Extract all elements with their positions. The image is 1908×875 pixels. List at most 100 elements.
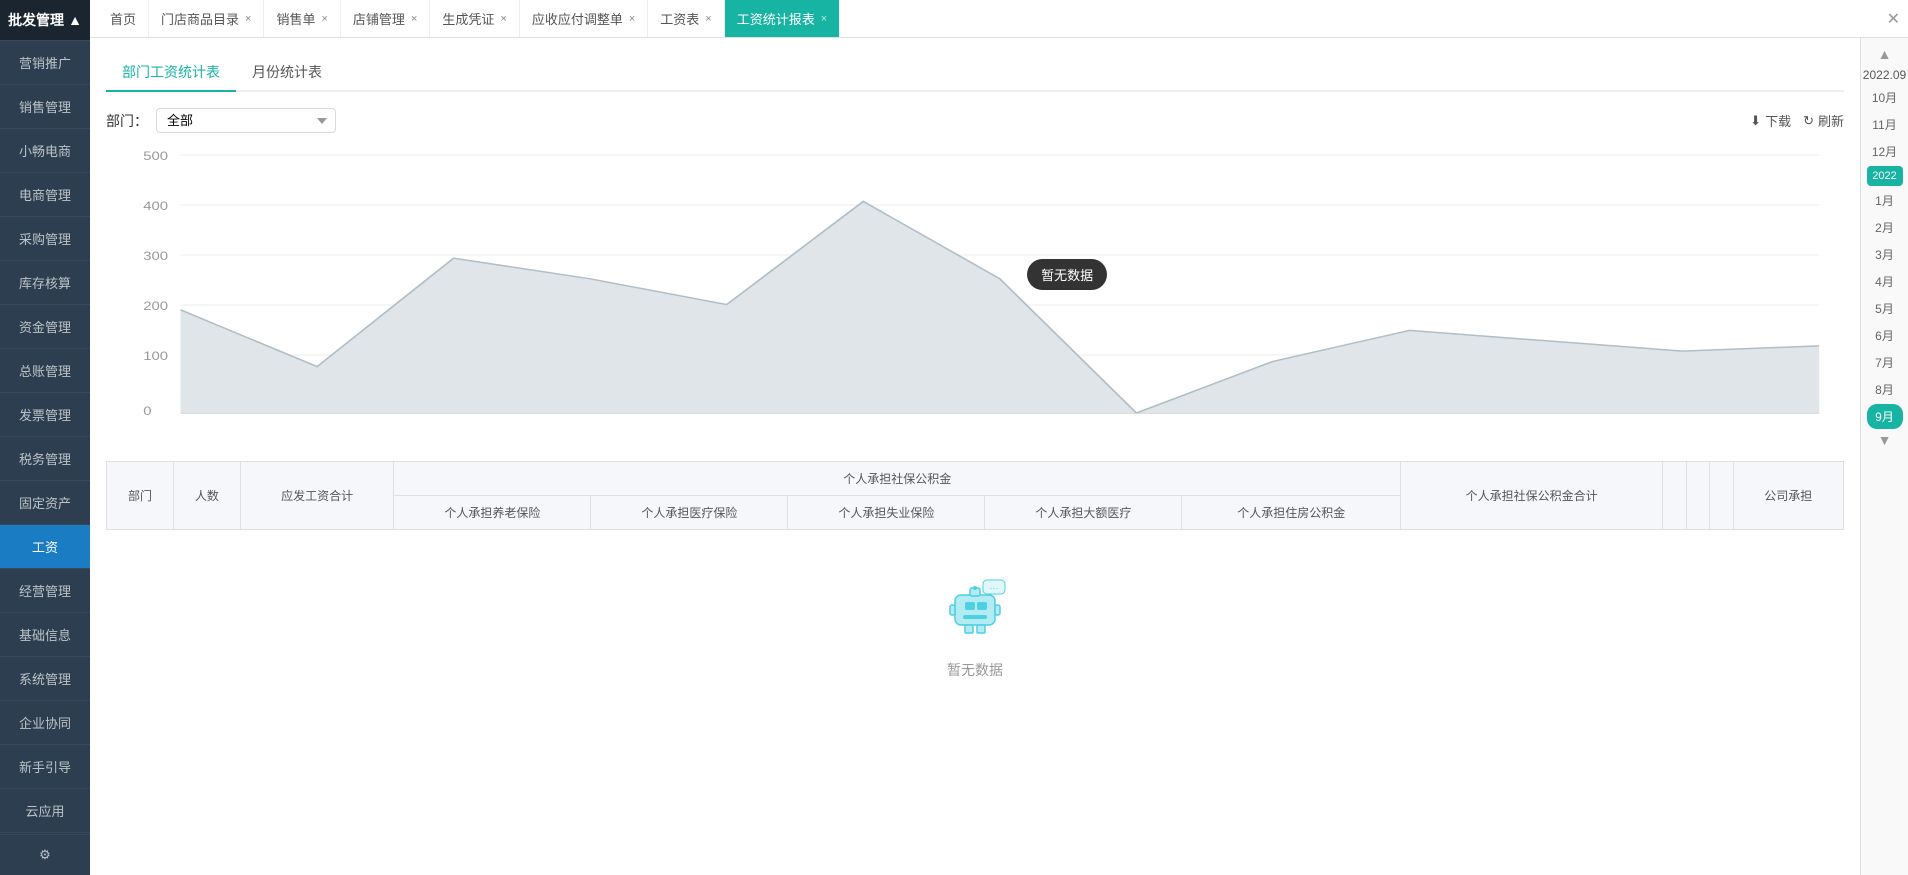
refresh-icon: ↻ [1803,113,1814,129]
timeline-month-11[interactable]: 11月 [1867,112,1903,137]
tab-label: 应收应付调整单 [532,9,623,28]
tab-close-icon[interactable]: × [705,13,711,25]
tab-voucher[interactable]: 生成凭证 × [430,0,519,38]
chart-tooltip: 暂无数据 [1027,259,1107,290]
empty-state: ··· 暂无数据 [106,530,1844,700]
sub-tab-dept[interactable]: 部门工资统计表 [106,54,236,92]
download-label: 下载 [1765,111,1791,130]
timeline-up-arrow[interactable]: ▲ [1878,46,1892,62]
sidebar-item-guide[interactable]: 新手引导 [0,745,90,789]
timeline-month-8[interactable]: 8月 [1867,377,1903,402]
tab-close-icon[interactable]: × [411,13,417,25]
sidebar-item-label: 营销推广 [19,56,71,71]
tab-label: 门店商品目录 [161,9,239,28]
right-timeline: ▲ 2022.09 10月 11月 12月 2022 1月 2月 3月 4月 [1860,38,1908,875]
top-tab-bar: 首页 门店商品目录 × 销售单 × 店铺管理 × 生成凭证 × 应收应付调整单 … [90,0,1908,38]
sidebar-item-marketing[interactable]: 营销推广 [0,41,90,85]
sidebar-item-tax[interactable]: 税务管理 [0,437,90,481]
th-dept: 部门 [107,462,174,530]
sidebar-item-inventory[interactable]: 库存核算 [0,261,90,305]
th-company-other: 公司承担 [1733,462,1843,530]
tab-label: 生成凭证 [442,9,494,28]
tab-store-catalog[interactable]: 门店商品目录 × [149,0,264,38]
tab-close-icon[interactable]: × [321,13,327,25]
timeline-month-7[interactable]: 7月 [1867,350,1903,375]
svg-text:100: 100 [143,349,168,362]
th-personal-housing-fund: 个人承担住房公积金 [1182,496,1401,530]
timeline-month-10[interactable]: 10月 [1867,85,1903,110]
table-header-row-1: 部门 人数 应发工资合计 个人承担社保公积金 个人承担社保公积金合 [107,462,1844,496]
toolbar-right: ⬇ 下载 ↻ 刷新 [1750,111,1844,130]
svg-text:···: ··· [990,583,999,593]
timeline-month-12[interactable]: 12月 [1867,139,1903,164]
tab-label: 店铺管理 [353,9,405,28]
sub-tab-month[interactable]: 月份统计表 [236,54,338,92]
sidebar-item-label: 云应用 [25,804,64,819]
timeline-month-2[interactable]: 2月 [1867,215,1903,240]
tab-payroll[interactable]: 工资表 × [648,0,724,38]
sidebar-item-ledger[interactable]: 总账管理 [0,349,90,393]
sidebar-item-label: 库存核算 [19,276,71,291]
sidebar-item-purchase[interactable]: 采购管理 [0,217,90,261]
sidebar-item-label: 经营管理 [19,584,71,599]
sidebar-item-invoice[interactable]: 发票管理 [0,393,90,437]
data-table: 部门 人数 应发工资合计 个人承担社保公积金 个人承担社保公积金合 [106,461,1844,530]
main-area: 首页 门店商品目录 × 销售单 × 店铺管理 × 生成凭证 × 应收应付调整单 … [90,0,1908,875]
tab-sales-order[interactable]: 销售单 × [264,0,340,38]
timeline-year-2022[interactable]: 2022.09 [1863,68,1906,82]
dept-select[interactable]: 全部 [156,108,336,133]
sidebar-item-sales[interactable]: 销售管理 [0,85,90,129]
tab-home[interactable]: 首页 [98,0,149,38]
th-company-unemployment [1710,462,1733,530]
download-icon: ⬇ [1750,113,1761,129]
settings-button[interactable]: ⚙ [0,834,90,875]
timeline-year-tag[interactable]: 2022 [1867,166,1903,186]
sidebar-item-cloud[interactable]: 云应用 [0,789,90,833]
sidebar-item-label: 税务管理 [19,452,71,467]
th-personal-unemployment: 个人承担失业保险 [788,496,985,530]
sidebar-item-enterprise[interactable]: 企业协同 [0,701,90,745]
timeline-month-5[interactable]: 5月 [1867,296,1903,321]
timeline-month-1[interactable]: 1月 [1867,188,1903,213]
empty-icon: ··· [935,570,1015,650]
sidebar-item-assets[interactable]: 固定资产 [0,481,90,525]
tab-store-mgmt[interactable]: 店铺管理 × [341,0,430,38]
chart-svg: 500 400 300 200 100 0 [106,145,1844,445]
th-company-pension [1663,462,1686,530]
timeline-month-3[interactable]: 3月 [1867,242,1903,267]
th-personal-large-medical: 个人承担大额医疗 [985,496,1182,530]
sidebar-item-label: 小畅电商 [19,144,71,159]
sidebar-item-system[interactable]: 系统管理 [0,657,90,701]
tab-close-icon[interactable]: × [500,13,506,25]
tab-ar-ap[interactable]: 应收应付调整单 × [520,0,648,38]
tab-payroll-report[interactable]: 工资统计报表 × [725,0,840,38]
sub-tab-label: 部门工资统计表 [122,64,220,80]
timeline-month-6[interactable]: 6月 [1867,323,1903,348]
close-all-icon[interactable]: ✕ [1887,9,1900,29]
tab-close-icon[interactable]: × [245,13,251,25]
tab-close-icon[interactable]: × [629,13,635,25]
download-button[interactable]: ⬇ 下载 [1750,111,1791,130]
sidebar: 批发管理 ▲ 营销推广 销售管理 小畅电商 电商管理 采购管理 库存核算 资金管… [0,0,90,875]
sidebar-item-label: 电商管理 [19,188,71,203]
content-area: 部门工资统计表 月份统计表 部门： 全部 ⬇ 下载 [90,38,1908,875]
sidebar-item-finance[interactable]: 资金管理 [0,305,90,349]
sidebar-item-payroll[interactable]: 工资 [0,525,90,569]
timeline-down-arrow[interactable]: ▼ [1878,432,1892,448]
tab-close-icon[interactable]: × [821,13,827,25]
sidebar-item-ecommerce[interactable]: 电商管理 [0,173,90,217]
refresh-label: 刷新 [1818,111,1844,130]
sidebar-item-label: 销售管理 [19,100,71,115]
refresh-button[interactable]: ↻ 刷新 [1803,111,1844,130]
sidebar-header[interactable]: 批发管理 ▲ [0,0,90,41]
toolbar: 部门： 全部 ⬇ 下载 ↻ 刷新 [106,108,1844,133]
sidebar-item-operations[interactable]: 经营管理 [0,569,90,613]
svg-text:500: 500 [143,149,168,162]
timeline-month-9[interactable]: 9月 [1867,404,1903,429]
timeline-month-4[interactable]: 4月 [1867,269,1903,294]
empty-text: 暂无数据 [947,660,1003,680]
sidebar-item-ecommerce-small[interactable]: 小畅电商 [0,129,90,173]
tab-label: 工资统计报表 [737,9,815,28]
chart-container: 500 400 300 200 100 0 [106,145,1844,445]
sidebar-item-basics[interactable]: 基础信息 [0,613,90,657]
